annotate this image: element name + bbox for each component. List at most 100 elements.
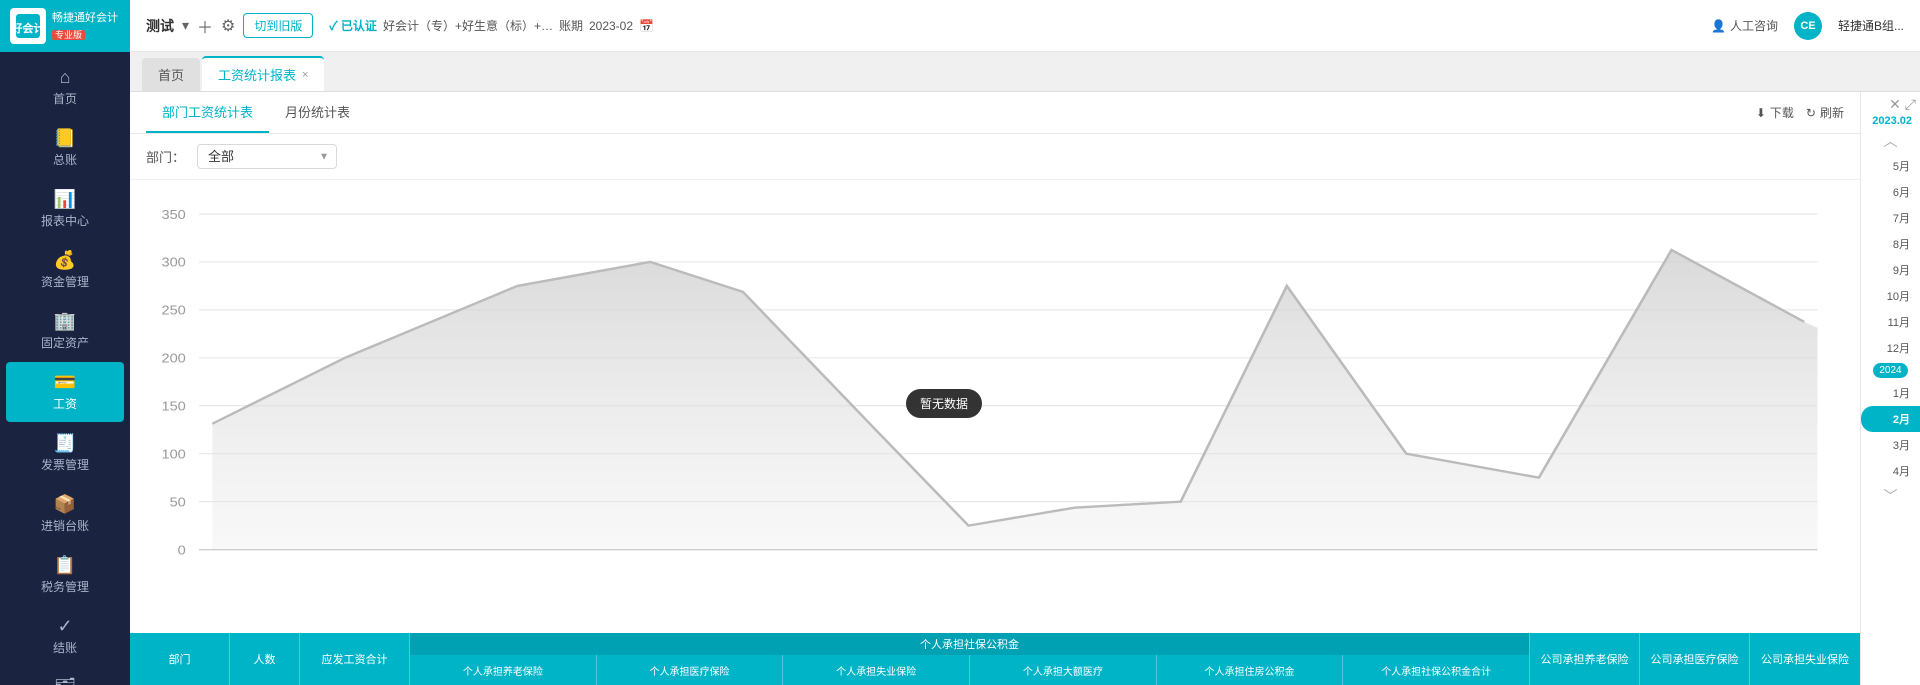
sidebar-item-label: 工资 <box>53 395 77 412</box>
month-item-8[interactable]: 8月 <box>1861 231 1920 257</box>
archive-icon: 🗂 <box>54 677 77 685</box>
month-item-12[interactable]: 12月 <box>1861 335 1920 361</box>
tab-close-icon[interactable]: × <box>302 69 308 81</box>
invoices-icon: 🧾 <box>54 433 76 454</box>
svg-text:100: 100 <box>161 446 186 461</box>
nav-up-arrow[interactable]: ︿ <box>1882 129 1900 153</box>
month-item-9[interactable]: 9月 <box>1861 257 1920 283</box>
sub-tabs-left: 部门工资统计表 月份统计表 <box>146 92 366 133</box>
month-item-11[interactable]: 11月 <box>1861 309 1920 335</box>
period-value: 2023-02 <box>589 19 633 33</box>
sidebar-item-home[interactable]: ⌂ 首页 <box>6 57 124 117</box>
switch-version-button[interactable]: 切到旧版 <box>243 13 313 38</box>
sidebar-item-label: 首页 <box>53 90 77 107</box>
sub-tab-dept[interactable]: 部门工资统计表 <box>146 92 269 133</box>
nav-down-arrow[interactable]: ﹀ <box>1882 484 1900 508</box>
sidebar-item-tax[interactable]: 📋 税务管理 <box>6 545 124 605</box>
settings-button[interactable]: ⚙ <box>221 16 235 36</box>
sidebar-item-label: 固定资产 <box>41 334 89 351</box>
filter-bar: 部门： 全部 行政部 销售部 技术部 财务部 <box>130 134 1860 180</box>
close-panel-button[interactable]: ✕ <box>1889 96 1901 113</box>
sidebar-item-label: 报表中心 <box>41 212 89 229</box>
sidebar-nav: ⌂ 首页 📒 总账 📊 报表中心 💰 资金管理 🏢 固定资产 💳 工资 🧾 发票… <box>0 52 130 685</box>
sidebar-item-label: 税务管理 <box>41 578 89 595</box>
sidebar-item-assets[interactable]: 🏢 固定资产 <box>6 301 124 361</box>
month-item-6[interactable]: 6月 <box>1861 179 1920 205</box>
tab-home-label: 首页 <box>158 65 184 84</box>
th-medical-company: 公司承担医疗保险 <box>1640 633 1750 685</box>
right-panel: ✕ ⤢ 2023.02 ︿ 5月 6月 7月 8月 9月 10月 11月 12月… <box>1860 92 1920 685</box>
tab-salary-label: 工资统计报表 <box>218 65 296 84</box>
content-area: 部门工资统计表 月份统计表 ⬇ 下载 ↻ 刷新 <box>130 92 1920 685</box>
calendar-icon[interactable]: 📅 <box>639 19 654 33</box>
sidebar-logo: 好会计 畅捷通好会计 专业版 <box>0 0 130 52</box>
sidebar-item-reports[interactable]: 📊 报表中心 <box>6 179 124 239</box>
sidebar-item-ledger[interactable]: 📒 总账 <box>6 118 124 178</box>
th-social-total-personal: 个人承担社保公积金合计 <box>1343 655 1529 685</box>
th-pension-personal: 个人承担养老保险 <box>410 655 597 685</box>
th-salary-total: 应发工资合计 <box>300 633 410 685</box>
th-unemployment-personal: 个人承担失业保险 <box>783 655 970 685</box>
download-button[interactable]: ⬇ 下载 <box>1756 104 1794 121</box>
th-group-children: 个人承担养老保险 个人承担医疗保险 个人承担失业保险 个人承担大额医疗 个人承担 <box>410 655 1529 685</box>
salary-icon: 💳 <box>54 372 76 393</box>
month-item-5[interactable]: 5月 <box>1861 153 1920 179</box>
th-pension-company: 公司承担养老保险 <box>1530 633 1640 685</box>
month-nav: ︿ 5月 6月 7月 8月 9月 10月 11月 12月 2024 1月 2月 … <box>1861 129 1920 508</box>
header-right: 👤 人工咨询 CE 轻捷通B组... <box>1711 12 1904 40</box>
user-help-btn[interactable]: 👤 人工咨询 <box>1711 17 1778 34</box>
chart-svg: 350 300 250 200 150 100 50 0 <box>146 190 1844 598</box>
th-unemployment-company: 公司承担失业保险 <box>1750 633 1860 685</box>
dept-select[interactable]: 全部 行政部 销售部 技术部 财务部 <box>197 144 337 169</box>
help-icon: 👤 <box>1711 19 1726 33</box>
help-label: 人工咨询 <box>1730 17 1778 34</box>
logo-icon: 好会计 <box>10 8 46 44</box>
month-item-2-active[interactable]: 2月 <box>1861 406 1920 432</box>
company-dropdown-button[interactable]: ▾ <box>182 17 189 34</box>
th-major-medical-personal: 个人承担大额医疗 <box>970 655 1157 685</box>
sidebar-item-salary[interactable]: 💳 工资 <box>6 362 124 422</box>
month-item-3[interactable]: 3月 <box>1861 432 1920 458</box>
tab-home[interactable]: 首页 <box>142 58 200 91</box>
sidebar-item-label: 发票管理 <box>41 456 89 473</box>
tab-salary[interactable]: 工资统计报表 × <box>202 56 324 91</box>
dept-filter-label: 部门： <box>146 147 185 166</box>
add-button[interactable]: ＋ <box>197 14 213 38</box>
main-area: 测试 ▾ ＋ ⚙ 切到旧版 ✓ 已认证 好会计（专）+好生意（标）+… 账期 2… <box>130 0 1920 685</box>
assets-icon: 🏢 <box>54 311 76 332</box>
chart-area: 350 300 250 200 150 100 50 0 <box>130 180 1860 633</box>
user-name[interactable]: 轻捷通B组... <box>1838 17 1904 34</box>
th-count: 人数 <box>230 633 300 685</box>
sidebar-item-archive[interactable]: 🗂 归档管理 <box>6 667 124 685</box>
year-2024-label: 2024 <box>1873 363 1907 378</box>
table-header: 部门 人数 应发工资合计 个人承担社保公积金 个人承担养老保险 <box>130 633 1860 685</box>
sidebar-item-purchase[interactable]: 📦 进销台账 <box>6 484 124 544</box>
svg-text:好会计: 好会计 <box>14 21 42 35</box>
sidebar-item-funds[interactable]: 💰 资金管理 <box>6 240 124 300</box>
year-label: 2023.02 <box>1861 113 1920 129</box>
header-status: ✓ 已认证 好会计（专）+好生意（标）+… 账期 2023-02 📅 <box>329 17 654 34</box>
svg-text:150: 150 <box>161 398 186 413</box>
month-item-4[interactable]: 4月 <box>1861 458 1920 484</box>
sidebar-item-label: 结账 <box>53 639 77 656</box>
month-item-10[interactable]: 10月 <box>1861 283 1920 309</box>
tax-icon: 📋 <box>54 555 76 576</box>
refresh-button[interactable]: ↻ 刷新 <box>1806 104 1844 121</box>
dept-select-wrapper: 全部 行政部 销售部 技术部 财务部 <box>197 144 337 169</box>
sub-tab-month[interactable]: 月份统计表 <box>269 92 366 133</box>
funds-icon: 💰 <box>54 250 76 271</box>
sub-tabs: 部门工资统计表 月份统计表 ⬇ 下载 ↻ 刷新 <box>130 92 1860 134</box>
sidebar-item-invoices[interactable]: 🧾 发票管理 <box>6 423 124 483</box>
sidebar-item-settle[interactable]: ✓ 结账 <box>6 606 124 666</box>
top-header: 测试 ▾ ＋ ⚙ 切到旧版 ✓ 已认证 好会计（专）+好生意（标）+… 账期 2… <box>130 0 1920 52</box>
svg-text:250: 250 <box>161 302 186 317</box>
purchase-icon: 📦 <box>54 494 76 515</box>
month-item-1[interactable]: 1月 <box>1861 380 1920 406</box>
th-dept: 部门 <box>130 633 230 685</box>
svg-text:200: 200 <box>161 350 186 365</box>
svg-text:50: 50 <box>170 494 187 509</box>
company-name: 测试 <box>146 16 174 36</box>
expand-panel-button[interactable]: ⤢ <box>1905 96 1916 113</box>
month-item-7[interactable]: 7月 <box>1861 205 1920 231</box>
sidebar-item-label: 进销台账 <box>41 517 89 534</box>
